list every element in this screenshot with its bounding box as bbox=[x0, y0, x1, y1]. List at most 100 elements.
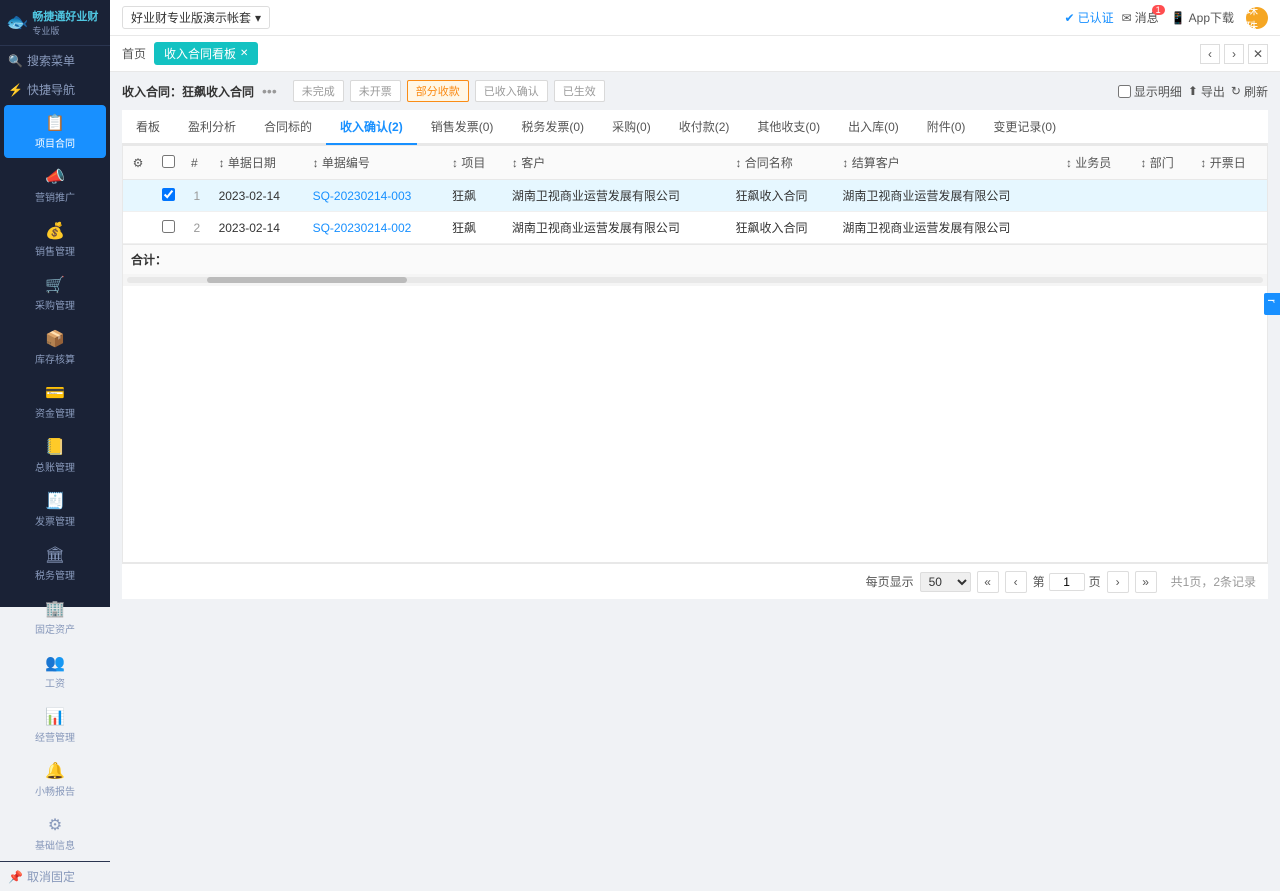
page-content: 收入合同：狂飙收入合同 ••• 未完成 未开票 部分收款 已收入确认 已生效 显… bbox=[110, 72, 1280, 607]
project-column-header[interactable]: ↕ 项目 bbox=[444, 146, 504, 180]
row-invoice-date bbox=[1192, 180, 1267, 212]
page-number-label: 第 bbox=[1033, 573, 1045, 590]
nav-close-button[interactable]: ✕ bbox=[1248, 44, 1268, 64]
page-size-select[interactable]: 20 50 100 bbox=[920, 572, 971, 592]
sidebar-item-inventory[interactable]: 📦 库存核算 bbox=[4, 321, 106, 374]
sidebar-logo: 🐟 畅捷通好业财 专业版 bbox=[0, 0, 110, 46]
contract-title: 收入合同：狂飙收入合同 bbox=[122, 83, 254, 100]
sidebar-item-purchase[interactable]: 🛒 采购管理 bbox=[4, 267, 106, 320]
horizontal-scrollbar[interactable] bbox=[123, 274, 1267, 286]
total-label: 合计： bbox=[131, 251, 167, 268]
sidebar-item-report[interactable]: 🔔 小畅报告 bbox=[4, 753, 106, 806]
settled-customer-column-header[interactable]: ↕ 结算客户 bbox=[834, 146, 1058, 180]
last-page-button[interactable]: » bbox=[1135, 571, 1157, 593]
tab-other_income[interactable]: 其他收支(0) bbox=[743, 110, 834, 145]
sidebar-item-hr[interactable]: 👥 工资 bbox=[4, 645, 106, 698]
tab-attachment[interactable]: 附件(0) bbox=[913, 110, 980, 145]
department-column-header[interactable]: ↕ 部门 bbox=[1132, 146, 1192, 180]
marketing-icon: 📣 bbox=[45, 167, 65, 187]
select-all-checkbox[interactable] bbox=[162, 155, 175, 168]
sidebar-item-basic[interactable]: ⚙ 基础信息 bbox=[4, 807, 106, 860]
tab-profit[interactable]: 盈利分析 bbox=[174, 110, 250, 145]
status-partial-badge[interactable]: 部分收款 bbox=[407, 80, 469, 102]
nav-next-button[interactable]: › bbox=[1224, 44, 1244, 64]
status-uninvoiced-badge[interactable]: 未开票 bbox=[350, 80, 401, 102]
settings-column-header[interactable]: ⚙ bbox=[123, 146, 153, 180]
row-checkbox-cell[interactable] bbox=[153, 180, 183, 212]
unpin-button[interactable]: 📌 取消固定 bbox=[0, 861, 110, 891]
row-date: 2023-02-14 bbox=[211, 180, 305, 212]
invoice-date-column-header[interactable]: ↕ 开票日 bbox=[1192, 146, 1267, 180]
sidebar-item-invoice[interactable]: 🧾 发票管理 bbox=[4, 483, 106, 536]
status-incomplete-badge[interactable]: 未完成 bbox=[293, 80, 344, 102]
close-tab-button[interactable]: ✕ bbox=[240, 48, 248, 59]
app-download-button[interactable]: 📱 App下载 bbox=[1171, 9, 1234, 26]
tab-purchase[interactable]: 采购(0) bbox=[598, 110, 665, 145]
contract-name-column-header[interactable]: ↕ 合同名称 bbox=[727, 146, 834, 180]
sidebar-item-general[interactable]: 📒 总账管理 bbox=[4, 429, 106, 482]
first-page-button[interactable]: « bbox=[977, 571, 999, 593]
verified-text: 已认证 bbox=[1078, 9, 1114, 26]
sidebar-item-sales[interactable]: 💰 销售管理 bbox=[4, 213, 106, 266]
row-checkbox[interactable] bbox=[162, 188, 175, 201]
breadcrumb-bar: 首页 收入合同看板 ✕ ‹ › ✕ bbox=[110, 36, 1280, 72]
table-footer: 合计： bbox=[123, 244, 1267, 274]
sidebar-item-project[interactable]: 📋 项目合同 bbox=[4, 105, 106, 158]
show-detail-input[interactable] bbox=[1118, 85, 1131, 98]
row-index: 1 bbox=[183, 180, 211, 212]
row-project: 狂飙 bbox=[444, 180, 504, 212]
status-badges: 未完成 未开票 部分收款 已收入确认 已生效 bbox=[293, 80, 605, 102]
purchase-label: 采购管理 bbox=[35, 297, 75, 312]
row-settled-customer: 湖南卫视商业运营发展有限公司 bbox=[834, 212, 1058, 244]
tab-warehouse[interactable]: 出入库(0) bbox=[834, 110, 913, 145]
sidebar-item-capital[interactable]: 💳 资金管理 bbox=[4, 375, 106, 428]
show-detail-label: 显示明细 bbox=[1134, 83, 1182, 100]
tab-payment[interactable]: 收付款(2) bbox=[665, 110, 744, 145]
app-download-label: App下载 bbox=[1189, 9, 1234, 26]
messages-button[interactable]: ✉ 1 消息 bbox=[1122, 9, 1159, 26]
more-options-button[interactable]: ••• bbox=[262, 83, 277, 99]
nav-prev-button[interactable]: ‹ bbox=[1200, 44, 1220, 64]
date-column-header[interactable]: ↕ 单据日期 bbox=[211, 146, 305, 180]
sidebar-item-manage[interactable]: 📊 经营管理 bbox=[4, 699, 106, 752]
tab-revenue[interactable]: 收入确认(2) bbox=[326, 110, 417, 145]
status-confirmed-badge[interactable]: 已收入确认 bbox=[475, 80, 548, 102]
export-button[interactable]: ⬆ 导出 bbox=[1188, 83, 1225, 100]
sidebar-item-tax[interactable]: 🏛 税务管理 bbox=[4, 537, 106, 590]
table-row[interactable]: 1 2023-02-14 SQ-20230214-003 狂飙 湖南卫视商业运营… bbox=[123, 180, 1267, 212]
page-number-input[interactable] bbox=[1049, 573, 1085, 591]
row-checkbox-cell[interactable] bbox=[153, 212, 183, 244]
company-selector[interactable]: 好业财专业版演示帐套 ▾ bbox=[122, 6, 270, 29]
row-number-link[interactable]: SQ-20230214-002 bbox=[313, 221, 412, 235]
index-column-header: # bbox=[183, 146, 211, 180]
refresh-button[interactable]: ↻ 刷新 bbox=[1231, 83, 1268, 100]
row-contract-name: 狂飙收入合同 bbox=[727, 180, 834, 212]
tab-change_log[interactable]: 变更记录(0) bbox=[979, 110, 1070, 145]
number-column-header[interactable]: ↕ 单据编号 bbox=[305, 146, 444, 180]
search-menu-button[interactable]: 🔍 搜索菜单 bbox=[0, 46, 110, 75]
quick-nav-button[interactable]: ⚡ 快捷导航 bbox=[0, 75, 110, 104]
right-float-button[interactable]: Arm bbox=[1264, 293, 1280, 315]
checkbox-column-header[interactable] bbox=[153, 146, 183, 180]
table-row[interactable]: 2 2023-02-14 SQ-20230214-002 狂飙 湖南卫视商业运营… bbox=[123, 212, 1267, 244]
sidebar-item-asset[interactable]: 🏢 固定资产 bbox=[4, 591, 106, 644]
customer-column-header[interactable]: ↕ 客户 bbox=[504, 146, 728, 180]
row-number-link[interactable]: SQ-20230214-003 bbox=[313, 189, 412, 203]
row-checkbox[interactable] bbox=[162, 220, 175, 233]
tab-overview[interactable]: 看板 bbox=[122, 110, 174, 145]
user-avatar-area[interactable]: 珠珠 bbox=[1246, 7, 1268, 29]
quick-nav-icon: ⚡ bbox=[8, 83, 23, 97]
tab-tax_invoice[interactable]: 税务发票(0) bbox=[507, 110, 598, 145]
sidebar-item-marketing[interactable]: 📣 营销推广 bbox=[4, 159, 106, 212]
scrollbar-thumb[interactable] bbox=[207, 277, 407, 283]
tab-sales_invoice[interactable]: 销售发票(0) bbox=[417, 110, 508, 145]
show-detail-checkbox[interactable]: 显示明细 bbox=[1118, 83, 1182, 100]
prev-page-button[interactable]: ‹ bbox=[1005, 571, 1027, 593]
status-effective-badge[interactable]: 已生效 bbox=[554, 80, 605, 102]
salesperson-column-header[interactable]: ↕ 业务员 bbox=[1058, 146, 1133, 180]
home-link[interactable]: 首页 bbox=[122, 45, 146, 62]
tab-contract_std[interactable]: 合同标的 bbox=[250, 110, 326, 145]
next-page-button[interactable]: › bbox=[1107, 571, 1129, 593]
topbar-actions: ✉ 1 消息 📱 App下载 珠珠 bbox=[1122, 7, 1268, 29]
contract-tab[interactable]: 收入合同看板 ✕ bbox=[154, 42, 258, 65]
